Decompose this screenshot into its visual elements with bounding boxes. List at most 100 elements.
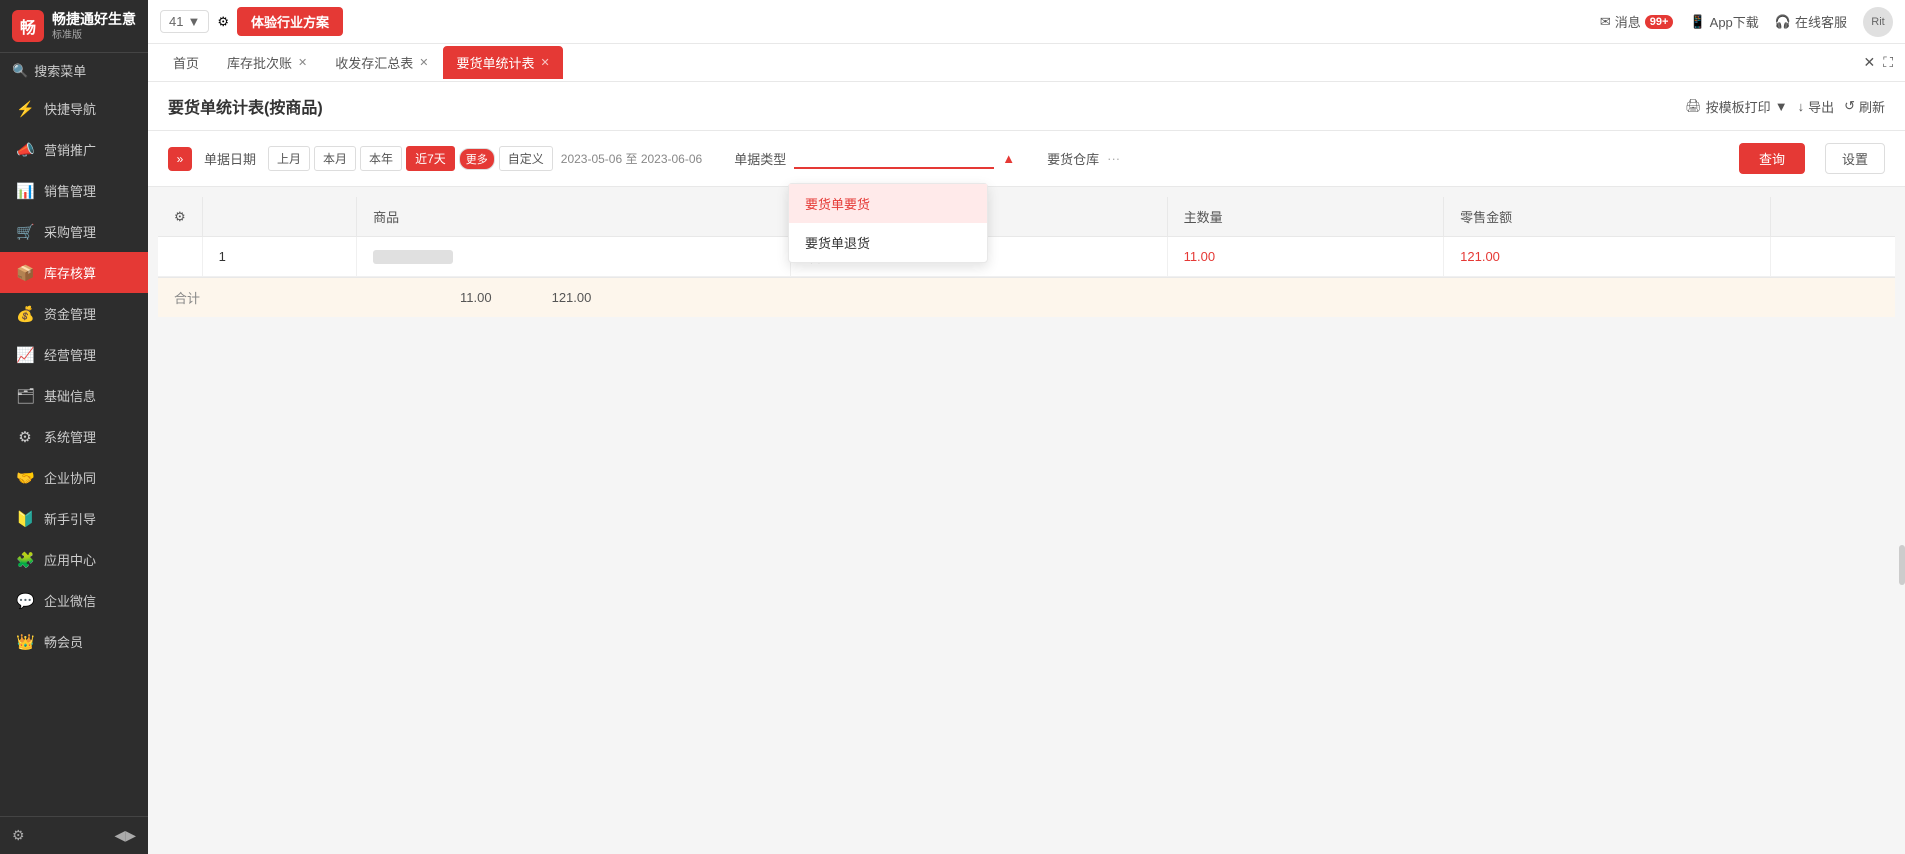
tab-close-receivable[interactable]: ✕: [419, 56, 428, 69]
online-service-btn[interactable]: 🎧 在线客服: [1775, 12, 1847, 31]
app-download-btn[interactable]: 📱 App下载: [1689, 12, 1758, 31]
settings-btn[interactable]: 设置: [1825, 143, 1885, 174]
phone-icon: 📱: [1689, 14, 1705, 30]
sidebar-item-basics[interactable]: 🗂 基础信息: [0, 375, 148, 416]
date-custom-btn[interactable]: 自定义: [499, 146, 553, 171]
scrollbar[interactable]: [1899, 545, 1905, 585]
filter-bar: » 单据日期 上月 本月 本年 近7天 更多 自定义 2023-05-06 至 …: [148, 131, 1905, 187]
tab-home[interactable]: 首页: [160, 46, 212, 79]
th-settings[interactable]: ⚙: [158, 197, 202, 237]
logo-text: 畅捷通好生意 标准版: [52, 10, 136, 41]
sidebar-item-inventory[interactable]: 📦 库存核算: [0, 252, 148, 293]
appstore-icon: 🧩: [16, 551, 34, 569]
close-all-tabs-btn[interactable]: ✕: [1863, 54, 1875, 71]
sidebar-item-system[interactable]: ⚙ 系统管理: [0, 416, 148, 457]
type-filter-group: 单据类型 ▲: [734, 148, 1015, 169]
sidebar-item-appstore[interactable]: 🧩 应用中心: [0, 539, 148, 580]
sidebar-footer: ⚙ ◀▶: [0, 816, 148, 854]
sales-icon: 📊: [16, 182, 34, 200]
top-header: 41 ▼ ⚙ 体验行业方案 ✉ 消息 99+ 📱 App下载 🎧 在线客服 Ri…: [148, 0, 1905, 44]
sidebar-item-quick-nav[interactable]: ⚡ 快捷导航: [0, 88, 148, 129]
expand-tabs-btn[interactable]: ⛶: [1883, 54, 1893, 71]
search-menu[interactable]: 🔍 搜索菜单: [0, 53, 148, 88]
date-last-month-btn[interactable]: 上月: [268, 146, 310, 171]
td-quantity[interactable]: 11.00: [1167, 237, 1444, 277]
enterprise-icon: 🤝: [16, 469, 34, 487]
sidebar-item-sales[interactable]: 📊 销售管理: [0, 170, 148, 211]
date-more-btn[interactable]: 更多: [459, 148, 495, 170]
query-btn[interactable]: 查询: [1739, 143, 1805, 174]
sidebar-item-purchase[interactable]: 🛒 采购管理: [0, 211, 148, 252]
product-name-placeholder: [373, 250, 453, 264]
sidebar-toggle-btn[interactable]: ◀▶: [114, 827, 136, 844]
tabs-bar: 首页 库存批次账 ✕ 收发存汇总表 ✕ 要货单统计表 ✕ ✕ ⛶: [148, 44, 1905, 82]
sidebar-item-wechat[interactable]: 💬 企业微信: [0, 580, 148, 621]
table-header-row: ⚙ 商品 主计量单位 主数量 零售金额: [158, 197, 1895, 237]
print-icon: 🖨: [1685, 98, 1702, 114]
footer-settings-btn[interactable]: ⚙: [12, 827, 25, 844]
main-content: 41 ▼ ⚙ 体验行业方案 ✉ 消息 99+ 📱 App下载 🎧 在线客服 Ri…: [148, 0, 1905, 854]
store-selector[interactable]: 41 ▼: [160, 10, 209, 33]
message-icon: ✉: [1600, 14, 1611, 30]
td-extra: [1770, 237, 1895, 277]
sidebar-item-guide[interactable]: 🔰 新手引导: [0, 498, 148, 539]
th-amount: 零售金额: [1444, 197, 1771, 237]
sidebar-item-finance[interactable]: 💰 资金管理: [0, 293, 148, 334]
tab-close-order-stats[interactable]: ✕: [541, 56, 550, 69]
refresh-btn[interactable]: ↺ 刷新: [1844, 97, 1885, 116]
date-last-7days-btn[interactable]: 近7天: [406, 146, 455, 171]
filter-expand-btn[interactable]: »: [168, 147, 192, 171]
sidebar-item-enterprise[interactable]: 🤝 企业协同: [0, 457, 148, 498]
date-range-display: 2023-05-06 至 2023-06-06: [561, 150, 702, 167]
footer-amount: 121.00: [552, 290, 592, 305]
footer-quantity: 11.00: [460, 290, 492, 305]
date-label: 单据日期: [204, 149, 256, 168]
messages-btn[interactable]: ✉ 消息 99+: [1600, 12, 1674, 31]
sidebar-logo: 畅 畅捷通好生意 标准版: [0, 0, 148, 53]
th-quantity: 主数量: [1167, 197, 1444, 237]
footer-label: 合计: [174, 288, 200, 307]
purchase-icon: 🛒: [16, 223, 34, 241]
sidebar-item-operations[interactable]: 📈 经营管理: [0, 334, 148, 375]
tab-order-stats[interactable]: 要货单统计表 ✕: [443, 46, 562, 79]
data-table-container: ⚙ 商品 主计量单位 主数量 零售金额 1: [158, 197, 1895, 317]
date-this-year-btn[interactable]: 本年: [360, 146, 402, 171]
user-avatar[interactable]: Rit: [1863, 7, 1893, 37]
chevron-down-icon: ▼: [187, 14, 200, 29]
inventory-icon: 📦: [16, 264, 34, 282]
page-title-bar: 要货单统计表(按商品) 🖨 按模板打印 ▼ ↓ 导出 ↺ 刷新: [148, 82, 1905, 131]
type-input[interactable]: [794, 148, 994, 169]
wechat-icon: 💬: [16, 592, 34, 610]
dropdown-item-order-return[interactable]: 要货单退货: [789, 223, 987, 262]
gear-icon: ⚙: [174, 209, 186, 224]
tab-close-batch-account[interactable]: ✕: [298, 56, 307, 69]
export-btn[interactable]: ↓ 导出: [1798, 97, 1835, 116]
sidebar-item-member[interactable]: 👑 畅会员: [0, 621, 148, 662]
date-this-month-btn[interactable]: 本月: [314, 146, 356, 171]
operations-icon: 📈: [16, 346, 34, 364]
dropdown-item-order-goods[interactable]: 要货单要货: [789, 184, 987, 223]
print-btn[interactable]: 🖨 按模板打印 ▼: [1685, 97, 1787, 116]
page-content: 要货单统计表(按商品) 🖨 按模板打印 ▼ ↓ 导出 ↺ 刷新: [148, 82, 1905, 854]
table-row: 1 块 11.00 121.00: [158, 237, 1895, 277]
export-icon: ↓: [1798, 99, 1805, 114]
tab-batch-account[interactable]: 库存批次账 ✕: [214, 46, 320, 79]
header-right: ✉ 消息 99+ 📱 App下载 🎧 在线客服 Rit: [1600, 7, 1893, 37]
sidebar-nav: ⚡ 快捷导航 📣 营销推广 📊 销售管理 🛒 采购管理 📦 库存核算 💰 资金管…: [0, 88, 148, 816]
td-settings: [158, 237, 202, 277]
type-dropdown: 要货单要货 要货单退货: [788, 183, 988, 263]
headset-icon: 🎧: [1775, 14, 1791, 30]
table-footer: 合计 11.00 121.00: [158, 277, 1895, 317]
tab-receivable[interactable]: 收发存汇总表 ✕: [322, 46, 441, 79]
sidebar-item-marketing[interactable]: 📣 营销推广: [0, 129, 148, 170]
header-settings-icon[interactable]: ⚙: [217, 14, 229, 30]
type-chevron-up-icon[interactable]: ▲: [1002, 151, 1015, 166]
guide-icon: 🔰: [16, 510, 34, 528]
quick-nav-icon: ⚡: [16, 100, 34, 118]
td-product: [357, 237, 791, 277]
sidebar: 畅 畅捷通好生意 标准版 🔍 搜索菜单 ⚡ 快捷导航 📣 营销推广 📊 销售管理…: [0, 0, 148, 854]
td-amount[interactable]: 121.00: [1444, 237, 1771, 277]
trial-btn[interactable]: 体验行业方案: [237, 7, 343, 36]
warehouse-more-btn[interactable]: ···: [1107, 151, 1120, 166]
page-title: 要货单统计表(按商品): [168, 94, 323, 118]
